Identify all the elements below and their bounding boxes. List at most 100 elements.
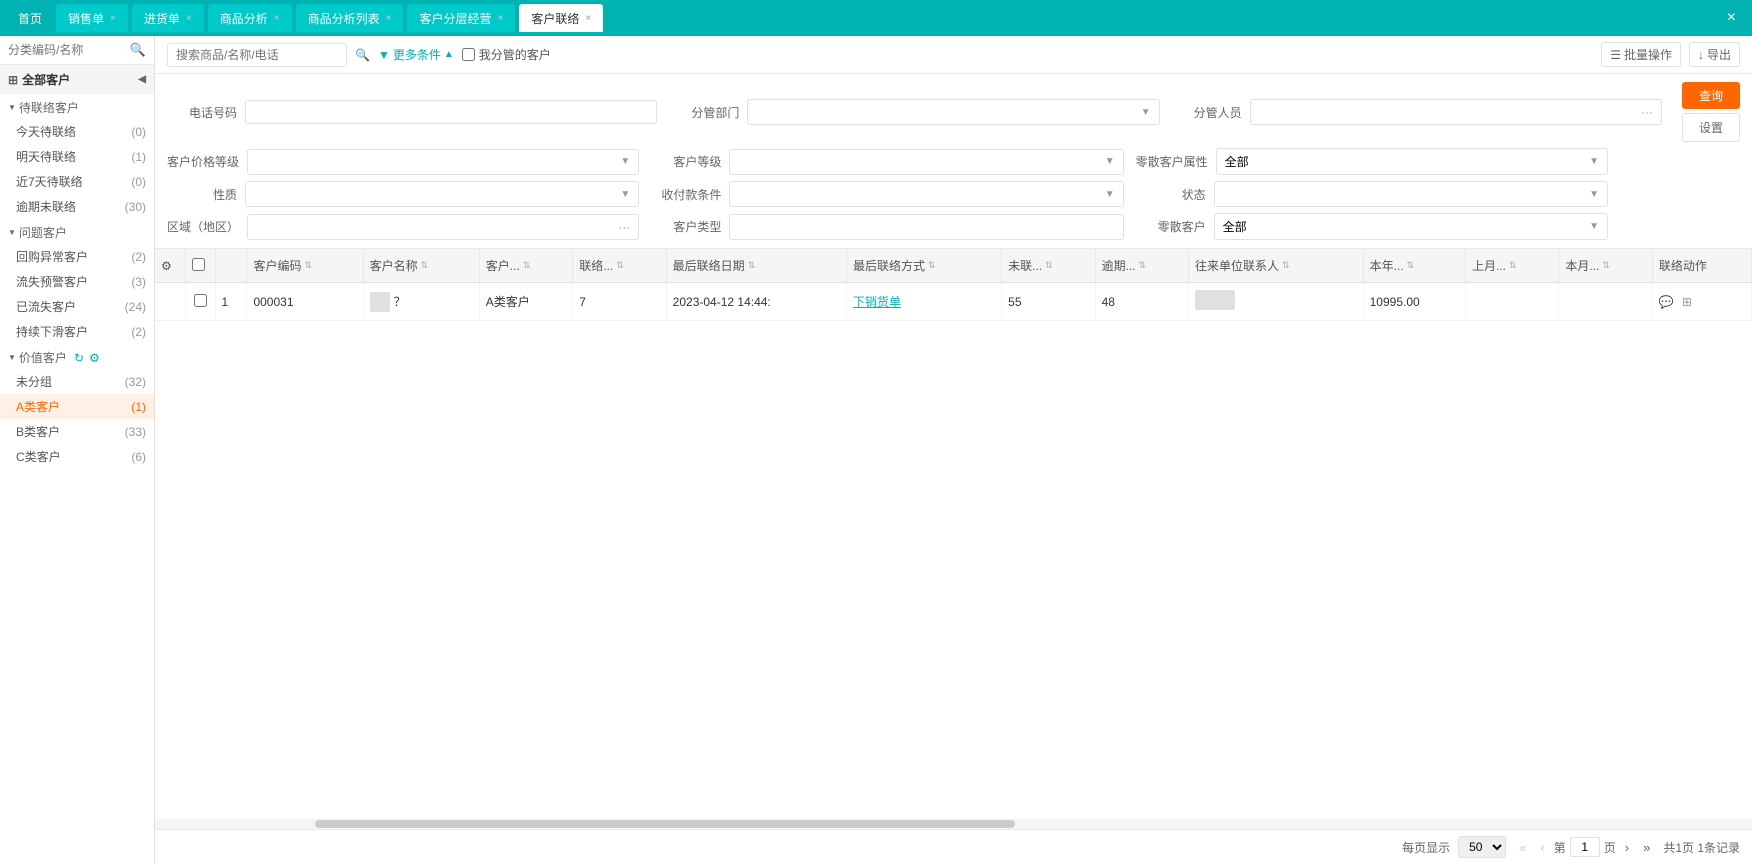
nav-tab-analysis-list[interactable]: 商品分析列表 ×: [296, 4, 404, 32]
retail-customer-select[interactable]: 全部 ▼: [1214, 213, 1608, 240]
refresh-icon[interactable]: ↻: [74, 351, 84, 365]
sidebar-item-today[interactable]: 今天待联络 (0): [0, 119, 154, 144]
sidebar-item-overdue[interactable]: 逾期未联络 (30): [0, 194, 154, 219]
gear-icon[interactable]: ⚙: [161, 259, 172, 273]
sort-icon[interactable]: ⇅: [616, 260, 624, 271]
more-dots-icon[interactable]: ···: [1641, 105, 1653, 119]
nav-tab-label: 进货单: [144, 10, 180, 27]
row-checkbox[interactable]: [194, 294, 207, 307]
page-label: 第: [1554, 839, 1566, 856]
window-close-button[interactable]: ×: [1719, 9, 1744, 27]
chevron-down-icon: ▼: [1589, 156, 1599, 167]
item-count: (2): [131, 250, 146, 264]
status-label: 状态: [1136, 186, 1206, 203]
select-all-checkbox[interactable]: [192, 258, 205, 271]
sidebar-all-customers[interactable]: ⊞ 全部客户 ◀: [0, 65, 154, 94]
customer-grade-select[interactable]: ▼: [729, 149, 1123, 175]
row-unit-contact: [1189, 283, 1364, 321]
batch-operation-button[interactable]: ☰ 批量操作: [1601, 42, 1681, 67]
export-button[interactable]: ↓ 导出: [1689, 42, 1740, 67]
filter-field-price-grade: 客户价格等级 ▼: [167, 149, 639, 175]
first-page-button[interactable]: «: [1514, 838, 1531, 857]
retail-attr-select[interactable]: 全部 ▼: [1216, 148, 1608, 175]
filter-search-input[interactable]: [167, 43, 347, 67]
col-action: 联络动作: [1652, 249, 1751, 283]
sidebar-item-declining[interactable]: 持续下滑客户 (2): [0, 319, 154, 344]
settings-button[interactable]: 设置: [1682, 113, 1740, 142]
sidebar-item-loss-warning[interactable]: 流失预警客户 (3): [0, 269, 154, 294]
close-icon[interactable]: ×: [186, 13, 192, 24]
nav-tab-customer-segment[interactable]: 客户分层经营 ×: [407, 4, 515, 32]
close-icon[interactable]: ×: [110, 13, 116, 24]
filter-row-2: 客户价格等级 ▼ 客户等级 ▼ 零散客户属性 全部: [167, 148, 1740, 175]
next-page-button[interactable]: ›: [1620, 838, 1634, 857]
sidebar-search-icon[interactable]: 🔍: [130, 42, 146, 58]
chat-icon[interactable]: 💬: [1659, 295, 1674, 309]
last-page-button[interactable]: »: [1638, 838, 1655, 857]
sidebar-item-b-class[interactable]: B类客户 (33): [0, 419, 154, 444]
filter-more-button[interactable]: ▼ 更多条件 ▲: [378, 46, 454, 63]
sidebar-item-tomorrow[interactable]: 明天待联络 (1): [0, 144, 154, 169]
close-icon[interactable]: ×: [274, 13, 280, 24]
phone-label: 电话号码: [167, 104, 237, 121]
person-select[interactable]: ···: [1250, 99, 1662, 125]
sort-icon[interactable]: ⇅: [1139, 260, 1147, 271]
prev-page-button[interactable]: ‹: [1535, 838, 1549, 857]
region-select[interactable]: ···: [247, 214, 639, 240]
nav-tab-analysis[interactable]: 商品分析 ×: [208, 4, 292, 32]
settings-icon[interactable]: ⚙: [89, 351, 100, 365]
customer-type-select[interactable]: [729, 214, 1123, 240]
qr-icon[interactable]: ⊞: [1682, 295, 1692, 309]
per-page-label: 每页显示: [1402, 839, 1450, 856]
collapse-icon[interactable]: ◀: [138, 74, 146, 85]
my-customers-filter[interactable]: 我分管的客户: [462, 46, 551, 63]
sort-icon[interactable]: ⇅: [421, 260, 429, 271]
my-customers-checkbox[interactable]: [462, 48, 475, 61]
col-code: 客户编码 ⇅: [247, 249, 363, 283]
price-grade-select[interactable]: ▼: [247, 149, 639, 175]
sidebar-item-lost[interactable]: 已流失客户 (24): [0, 294, 154, 319]
scrollbar-thumb[interactable]: [315, 820, 1015, 828]
nav-tab-purchase[interactable]: 进货单 ×: [132, 4, 204, 32]
nav-tab-customer-contact[interactable]: 客户联络 ×: [519, 4, 603, 32]
status-select[interactable]: ▼: [1214, 181, 1608, 207]
sort-icon[interactable]: ⇅: [304, 260, 312, 271]
sort-icon[interactable]: ⇅: [1509, 260, 1517, 271]
sort-icon[interactable]: ⇅: [523, 260, 531, 271]
sidebar-search-box[interactable]: 🔍: [0, 36, 154, 65]
sort-icon[interactable]: ⇅: [1045, 260, 1053, 271]
batch-label: 批量操作: [1624, 46, 1672, 63]
col-last-month: 上月... ⇅: [1465, 249, 1558, 283]
sidebar-search-input[interactable]: [8, 43, 126, 57]
payment-select[interactable]: ▼: [729, 181, 1123, 207]
page-input[interactable]: [1570, 837, 1600, 857]
sort-icon[interactable]: ⇅: [748, 260, 756, 271]
more-dots-icon[interactable]: ···: [618, 220, 630, 234]
nav-tab-salesorder[interactable]: 销售单 ×: [56, 4, 128, 32]
sidebar-item-repurchase-abnormal[interactable]: 回购异常客户 (2): [0, 244, 154, 269]
sort-icon[interactable]: ⇅: [1602, 260, 1610, 271]
per-page-select[interactable]: 50: [1458, 836, 1506, 858]
sidebar-item-a-class[interactable]: A类客户 (1): [0, 394, 154, 419]
sort-icon[interactable]: ⇅: [1407, 260, 1415, 271]
query-button[interactable]: 查询: [1682, 82, 1740, 109]
col-type: 客户... ⇅: [479, 249, 572, 283]
nature-select[interactable]: ▼: [245, 181, 639, 207]
horizontal-scrollbar[interactable]: [155, 819, 1752, 829]
nav-home[interactable]: 首页: [8, 4, 52, 32]
phone-input[interactable]: [245, 100, 657, 124]
sort-icon[interactable]: ⇅: [928, 260, 936, 271]
filter-search-icon[interactable]: 🔍: [355, 48, 370, 62]
col-action-label: 联络动作: [1659, 257, 1707, 274]
close-icon[interactable]: ×: [386, 13, 392, 24]
sidebar-item-c-class[interactable]: C类客户 (6): [0, 444, 154, 469]
sort-icon[interactable]: ⇅: [1282, 260, 1290, 271]
sidebar: 🔍 ⊞ 全部客户 ◀ ▼ 待联络客户 今天待联络 (0) 明天待联络 (1) 近…: [0, 36, 155, 864]
close-icon[interactable]: ×: [497, 13, 503, 24]
sidebar-item-ungroup[interactable]: 未分组 (32): [0, 369, 154, 394]
close-icon[interactable]: ×: [585, 13, 591, 24]
last-method-link[interactable]: 下销货单: [853, 295, 901, 309]
dept-select[interactable]: ▼: [747, 99, 1159, 125]
customer-name-text[interactable]: ？: [394, 293, 406, 310]
sidebar-item-7days[interactable]: 近7天待联络 (0): [0, 169, 154, 194]
